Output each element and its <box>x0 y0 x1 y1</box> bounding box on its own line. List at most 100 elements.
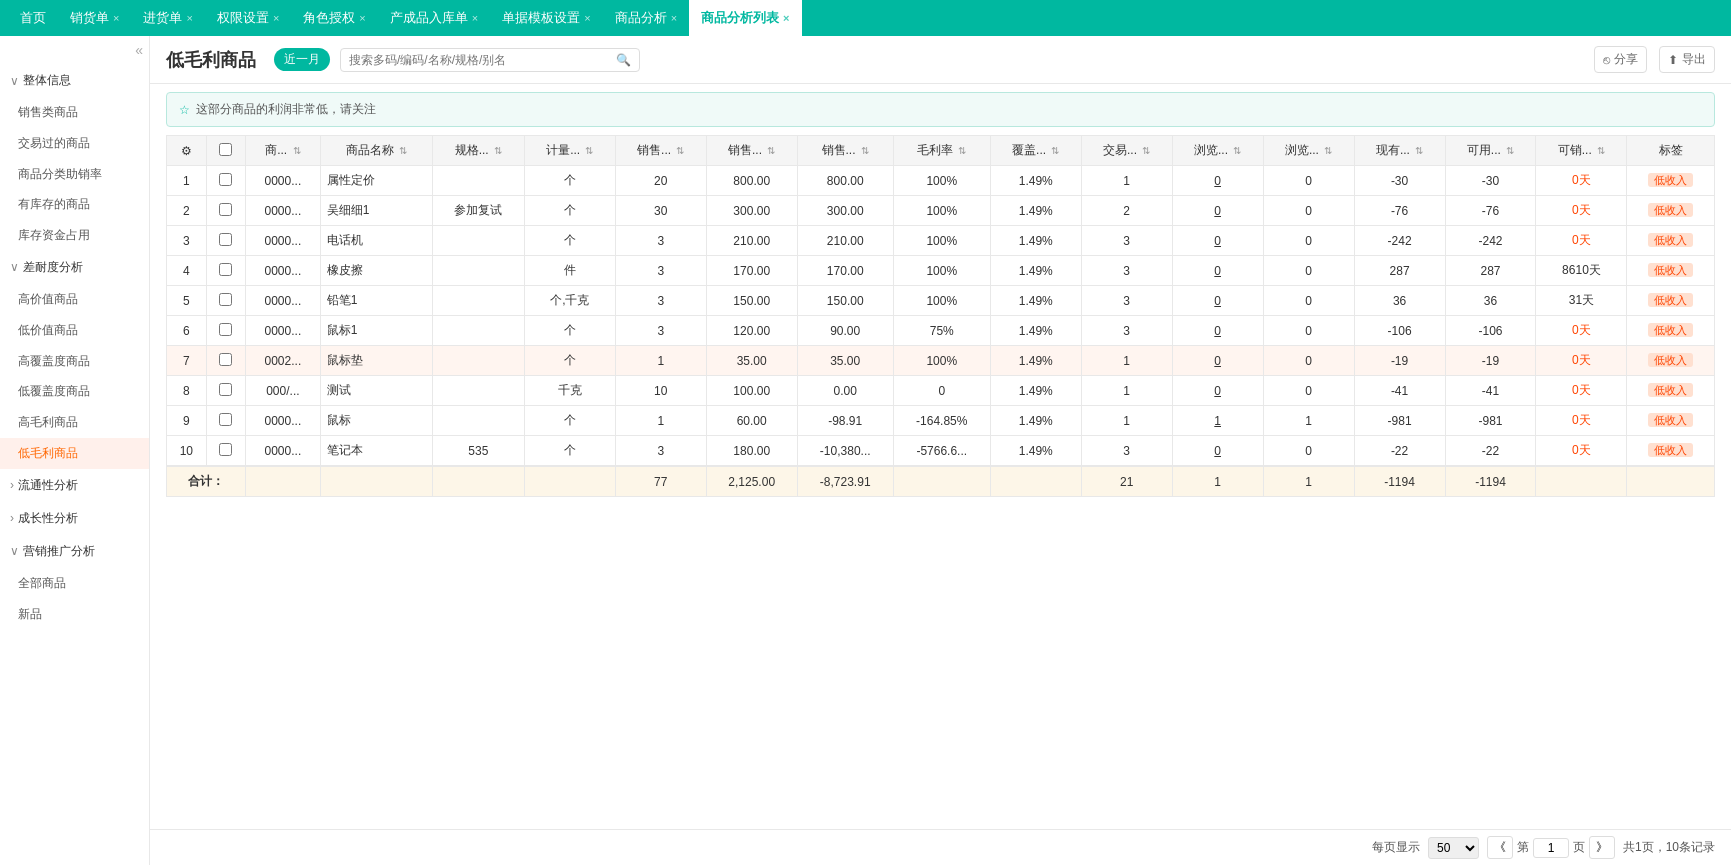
row-select-checkbox[interactable] <box>219 203 232 216</box>
row-browse-link[interactable]: 0 <box>1172 226 1263 256</box>
row-trade-count: 1 <box>1081 376 1172 406</box>
row-select-checkbox[interactable] <box>219 443 232 456</box>
col-sale-qty[interactable]: 销售... ⇅ <box>615 136 706 166</box>
nav-product-analysis-list[interactable]: 商品分析列表 × <box>689 0 801 36</box>
nav-sales-order[interactable]: 销货单 × <box>58 0 131 36</box>
row-browse-link[interactable]: 0 <box>1172 346 1263 376</box>
prev-page-button[interactable]: 《 <box>1487 836 1513 859</box>
nav-purchase-order[interactable]: 进货单 × <box>131 0 204 36</box>
row-checkbox[interactable] <box>206 286 245 316</box>
next-page-button[interactable]: 》 <box>1589 836 1615 859</box>
row-browse-link[interactable]: 0 <box>1172 166 1263 196</box>
row-checkbox[interactable] <box>206 346 245 376</box>
search-box[interactable]: 🔍 <box>340 48 640 72</box>
sidebar-item-traded-products[interactable]: 交易过的商品 <box>0 128 149 159</box>
close-icon[interactable]: × <box>113 12 119 24</box>
sidebar-item-category-rate[interactable]: 商品分类助销率 <box>0 159 149 190</box>
col-code[interactable]: 商... ⇅ <box>245 136 320 166</box>
row-sale-amount: 180.00 <box>706 436 797 467</box>
filter-tag-recent-month[interactable]: 近一月 <box>274 48 330 71</box>
row-browse-link[interactable]: 0 <box>1172 316 1263 346</box>
nav-role-auth[interactable]: 角色授权 × <box>291 0 377 36</box>
export-button[interactable]: ⬆ 导出 <box>1659 46 1715 73</box>
col-sale-amount[interactable]: 销售... ⇅ <box>706 136 797 166</box>
row-checkbox[interactable] <box>206 436 245 467</box>
col-checkbox[interactable] <box>206 136 245 166</box>
current-page-input[interactable] <box>1533 838 1569 858</box>
row-select-checkbox[interactable] <box>219 233 232 246</box>
nav-home[interactable]: 首页 <box>8 0 58 36</box>
col-available[interactable]: 可用... ⇅ <box>1445 136 1536 166</box>
search-icon[interactable]: 🔍 <box>616 53 631 67</box>
row-checkbox[interactable] <box>206 226 245 256</box>
close-icon[interactable]: × <box>472 12 478 24</box>
nav-product-analysis[interactable]: 商品分析 × <box>603 0 689 36</box>
row-select-checkbox[interactable] <box>219 263 232 276</box>
sidebar-group-overall-title[interactable]: ∨ 整体信息 <box>0 64 149 97</box>
sidebar-item-low-value[interactable]: 低价值商品 <box>0 315 149 346</box>
close-icon[interactable]: × <box>584 12 590 24</box>
row-browse-link[interactable]: 1 <box>1172 406 1263 436</box>
close-icon[interactable]: × <box>186 12 192 24</box>
sidebar-item-all-products[interactable]: 全部商品 <box>0 568 149 599</box>
close-icon[interactable]: × <box>671 12 677 24</box>
row-checkbox[interactable] <box>206 256 245 286</box>
close-icon[interactable]: × <box>783 12 789 24</box>
col-unit[interactable]: 计量... ⇅ <box>524 136 615 166</box>
total-pages-info: 共1页，10条记录 <box>1623 839 1715 856</box>
sidebar-collapse-button[interactable]: « <box>0 36 149 64</box>
row-select-checkbox[interactable] <box>219 383 232 396</box>
table-container[interactable]: ⚙ 商... ⇅ 商品名称 ⇅ 规格... ⇅ 计量... ⇅ 销售... ⇅ … <box>150 135 1731 829</box>
row-checkbox[interactable] <box>206 166 245 196</box>
select-all-checkbox[interactable] <box>219 143 232 156</box>
sidebar-group-liquidity-title[interactable]: › 流通性分析 <box>0 469 149 502</box>
nav-product-inbound[interactable]: 产成品入库单 × <box>378 0 490 36</box>
col-stock[interactable]: 现有... ⇅ <box>1354 136 1445 166</box>
row-select-checkbox[interactable] <box>219 353 232 366</box>
row-browse-link[interactable]: 0 <box>1172 376 1263 406</box>
close-icon[interactable]: × <box>359 12 365 24</box>
sidebar-item-high-value[interactable]: 高价值商品 <box>0 284 149 315</box>
sidebar-group-marketing-title[interactable]: ∨ 营销推广分析 <box>0 535 149 568</box>
sidebar-item-sales-products[interactable]: 销售类商品 <box>0 97 149 128</box>
sidebar-item-low-profit[interactable]: 低毛利商品 <box>0 438 149 469</box>
sidebar-item-new-products[interactable]: 新品 <box>0 599 149 630</box>
sidebar-item-capital[interactable]: 库存资金占用 <box>0 220 149 251</box>
row-checkbox[interactable] <box>206 316 245 346</box>
row-browse-link[interactable]: 0 <box>1172 196 1263 226</box>
col-saleable-days[interactable]: 可销... ⇅ <box>1536 136 1627 166</box>
col-name[interactable]: 商品名称 ⇅ <box>320 136 432 166</box>
close-icon[interactable]: × <box>273 12 279 24</box>
row-select-checkbox[interactable] <box>219 413 232 426</box>
col-trade-count[interactable]: 交易... ⇅ <box>1081 136 1172 166</box>
row-checkbox[interactable] <box>206 406 245 436</box>
row-select-checkbox[interactable] <box>219 323 232 336</box>
col-cover-rate[interactable]: 覆盖... ⇅ <box>990 136 1081 166</box>
page-size-select[interactable]: 50 100 200 <box>1428 837 1479 859</box>
sidebar-group-tolerance-title[interactable]: ∨ 差耐度分析 <box>0 251 149 284</box>
sidebar-item-stock-products[interactable]: 有库存的商品 <box>0 189 149 220</box>
col-spec[interactable]: 规格... ⇅ <box>432 136 524 166</box>
search-input[interactable] <box>349 53 612 67</box>
sidebar-item-high-coverage[interactable]: 高覆盖度商品 <box>0 346 149 377</box>
row-checkbox[interactable] <box>206 376 245 406</box>
col-sale-profit[interactable]: 销售... ⇅ <box>797 136 893 166</box>
row-checkbox[interactable] <box>206 196 245 226</box>
sidebar-item-low-coverage[interactable]: 低覆盖度商品 <box>0 376 149 407</box>
col-settings[interactable]: ⚙ <box>167 136 207 166</box>
row-browse-link[interactable]: 0 <box>1172 436 1263 467</box>
row-select-checkbox[interactable] <box>219 293 232 306</box>
share-button[interactable]: ⎋ 分享 <box>1594 46 1647 73</box>
row-browse-link[interactable]: 0 <box>1172 286 1263 316</box>
sidebar-item-high-profit[interactable]: 高毛利商品 <box>0 407 149 438</box>
nav-permission[interactable]: 权限设置 × <box>205 0 291 36</box>
col-gross-rate[interactable]: 毛利率 ⇅ <box>893 136 990 166</box>
row-select-checkbox[interactable] <box>219 173 232 186</box>
sidebar-group-growth-title[interactable]: › 成长性分析 <box>0 502 149 535</box>
col-browse-link[interactable]: 浏览... ⇅ <box>1172 136 1263 166</box>
row-browse-link[interactable]: 0 <box>1172 256 1263 286</box>
row-saleable-days: 0天 <box>1536 226 1627 256</box>
nav-template[interactable]: 单据模板设置 × <box>490 0 602 36</box>
col-browse-count[interactable]: 浏览... ⇅ <box>1263 136 1354 166</box>
table-row: 6 0000... 鼠标1 个 3 120.00 90.00 75% 1.49%… <box>167 316 1715 346</box>
